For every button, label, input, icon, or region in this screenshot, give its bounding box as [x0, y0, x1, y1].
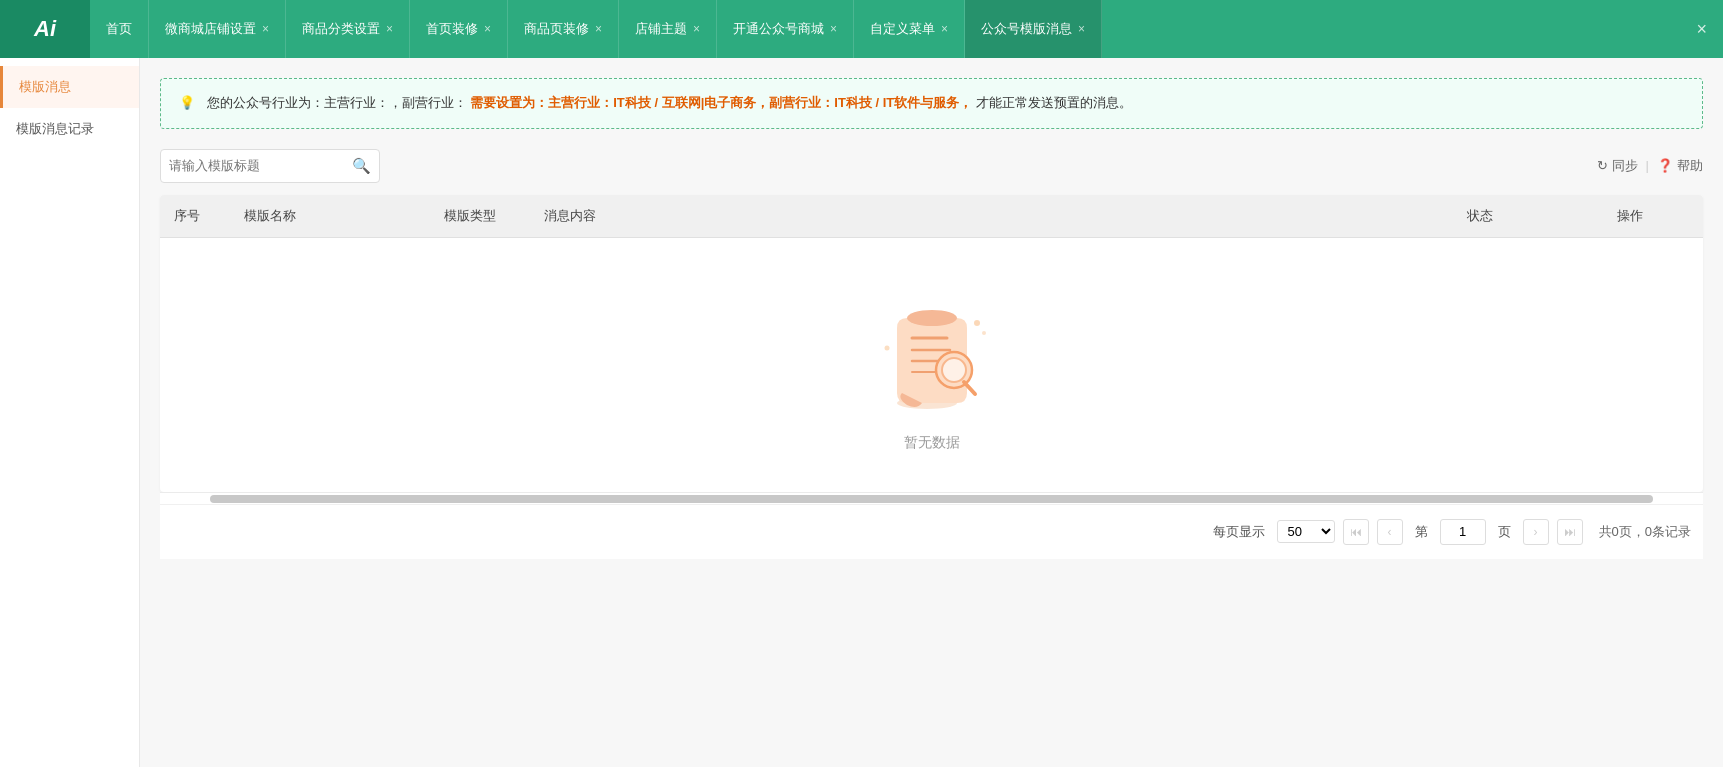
tab-custom-menu-label: 自定义菜单	[870, 20, 935, 38]
page-size-select[interactable]: 50 20 100	[1277, 520, 1335, 543]
sidebar-item-template-msg-record[interactable]: 模版消息记录	[0, 108, 139, 150]
svg-point-11	[884, 345, 889, 350]
page-last-button[interactable]: ⏭	[1557, 519, 1583, 545]
pagination: 每页显示 50 20 100 ⏮ ‹ 第 页 › ⏭ 共0页，0条记录	[160, 504, 1703, 559]
search-box[interactable]: 🔍	[160, 149, 380, 183]
table-header-row: 序号 模版名称 模版类型 消息内容 状态 操作	[160, 195, 1703, 238]
main-layout: 模版消息 模版消息记录 💡 您的公众号行业为：主营行业：，副营行业： 需要设置为…	[0, 58, 1723, 767]
empty-state-icon	[872, 298, 992, 418]
tab-shop-settings-close[interactable]: ×	[262, 22, 269, 36]
tab-home-label: 首页	[106, 20, 132, 38]
tab-home[interactable]: 首页	[90, 0, 149, 58]
help-button[interactable]: ❓ 帮助	[1657, 157, 1703, 175]
tab-custom-menu-close[interactable]: ×	[941, 22, 948, 36]
col-header-seq: 序号	[160, 195, 230, 238]
tab-homepage-decor[interactable]: 首页装修 ×	[410, 0, 508, 58]
info-banner-highlight: 需要设置为：主营行业：IT科技 / 互联网|电子商务，副营行业：IT科技 / I…	[470, 95, 972, 110]
tab-category-settings[interactable]: 商品分类设置 ×	[286, 0, 410, 58]
page-first-button[interactable]: ⏮	[1343, 519, 1369, 545]
tab-homepage-decor-label: 首页装修	[426, 20, 478, 38]
svg-point-7	[942, 358, 966, 382]
empty-state: 暂无数据	[160, 238, 1703, 492]
col-header-action: 操作	[1603, 195, 1703, 238]
page-size-label: 每页显示	[1213, 523, 1265, 541]
toolbar: 🔍 ↻ 同步 | ❓ 帮助	[160, 149, 1703, 183]
page-prev-button[interactable]: ‹	[1377, 519, 1403, 545]
tab-custom-menu[interactable]: 自定义菜单 ×	[854, 0, 965, 58]
tab-product-decor-close[interactable]: ×	[595, 22, 602, 36]
page-next-button[interactable]: ›	[1523, 519, 1549, 545]
svg-point-10	[982, 331, 986, 335]
tab-category-settings-close[interactable]: ×	[386, 22, 393, 36]
tab-template-msg[interactable]: 公众号模版消息 ×	[965, 0, 1102, 58]
table-body: 暂无数据	[160, 237, 1703, 492]
nav-tabs: 首页 微商城店铺设置 × 商品分类设置 × 首页装修 × 商品页装修 × 店铺主…	[90, 0, 1680, 58]
sidebar-item-template-msg-label: 模版消息	[19, 79, 71, 94]
search-input[interactable]	[169, 158, 352, 173]
close-all-tabs-button[interactable]: ×	[1680, 19, 1723, 40]
tab-open-mall[interactable]: 开通公众号商城 ×	[717, 0, 854, 58]
logo: Ai	[0, 0, 90, 58]
help-circle-icon: ❓	[1657, 158, 1673, 173]
col-header-content: 消息内容	[530, 195, 1453, 238]
col-header-type: 模版类型	[430, 195, 530, 238]
empty-row: 暂无数据	[160, 237, 1703, 492]
page-label-before: 第	[1415, 523, 1428, 541]
info-banner: 💡 您的公众号行业为：主营行业：，副营行业： 需要设置为：主营行业：IT科技 /…	[160, 78, 1703, 129]
tab-store-theme[interactable]: 店铺主题 ×	[619, 0, 717, 58]
col-header-status: 状态	[1453, 195, 1603, 238]
col-header-name: 模版名称	[230, 195, 430, 238]
tab-template-msg-close[interactable]: ×	[1078, 22, 1085, 36]
sync-button[interactable]: ↻ 同步	[1597, 157, 1638, 175]
sync-label: 同步	[1612, 157, 1638, 175]
data-table: 序号 模版名称 模版类型 消息内容 状态 操作	[160, 195, 1703, 492]
light-icon: 💡	[179, 95, 195, 110]
logo-text: Ai	[34, 16, 56, 42]
tab-store-theme-label: 店铺主题	[635, 20, 687, 38]
toolbar-right: ↻ 同步 | ❓ 帮助	[1597, 157, 1703, 175]
current-page-input[interactable]	[1440, 519, 1486, 545]
top-nav: Ai 首页 微商城店铺设置 × 商品分类设置 × 首页装修 × 商品页装修 × …	[0, 0, 1723, 58]
scrollbar-thumb[interactable]	[210, 495, 1653, 503]
info-banner-suffix: 才能正常发送预置的消息。	[976, 95, 1132, 110]
content-area: 💡 您的公众号行业为：主营行业：，副营行业： 需要设置为：主营行业：IT科技 /…	[140, 58, 1723, 767]
tab-category-settings-label: 商品分类设置	[302, 20, 380, 38]
tab-product-decor[interactable]: 商品页装修 ×	[508, 0, 619, 58]
horizontal-scrollbar[interactable]	[160, 492, 1703, 504]
tab-product-decor-label: 商品页装修	[524, 20, 589, 38]
sidebar-item-template-msg[interactable]: 模版消息	[0, 66, 139, 108]
sync-refresh-icon: ↻	[1597, 158, 1608, 173]
help-label: 帮助	[1677, 157, 1703, 175]
empty-state-text: 暂无数据	[904, 434, 960, 452]
page-label-after: 页	[1498, 523, 1511, 541]
toolbar-divider: |	[1646, 158, 1649, 173]
tab-shop-settings[interactable]: 微商城店铺设置 ×	[149, 0, 286, 58]
svg-point-1	[907, 310, 957, 326]
tab-shop-settings-label: 微商城店铺设置	[165, 20, 256, 38]
info-banner-prefix: 您的公众号行业为：主营行业：，副营行业：	[207, 95, 467, 110]
sidebar-item-template-msg-record-label: 模版消息记录	[16, 121, 94, 136]
tab-homepage-decor-close[interactable]: ×	[484, 22, 491, 36]
tab-store-theme-close[interactable]: ×	[693, 22, 700, 36]
svg-point-9	[974, 320, 980, 326]
search-icon[interactable]: 🔍	[352, 157, 371, 175]
tab-open-mall-label: 开通公众号商城	[733, 20, 824, 38]
total-info: 共0页，0条记录	[1599, 523, 1691, 541]
sidebar: 模版消息 模版消息记录	[0, 58, 140, 767]
tab-template-msg-label: 公众号模版消息	[981, 20, 1072, 38]
tab-open-mall-close[interactable]: ×	[830, 22, 837, 36]
